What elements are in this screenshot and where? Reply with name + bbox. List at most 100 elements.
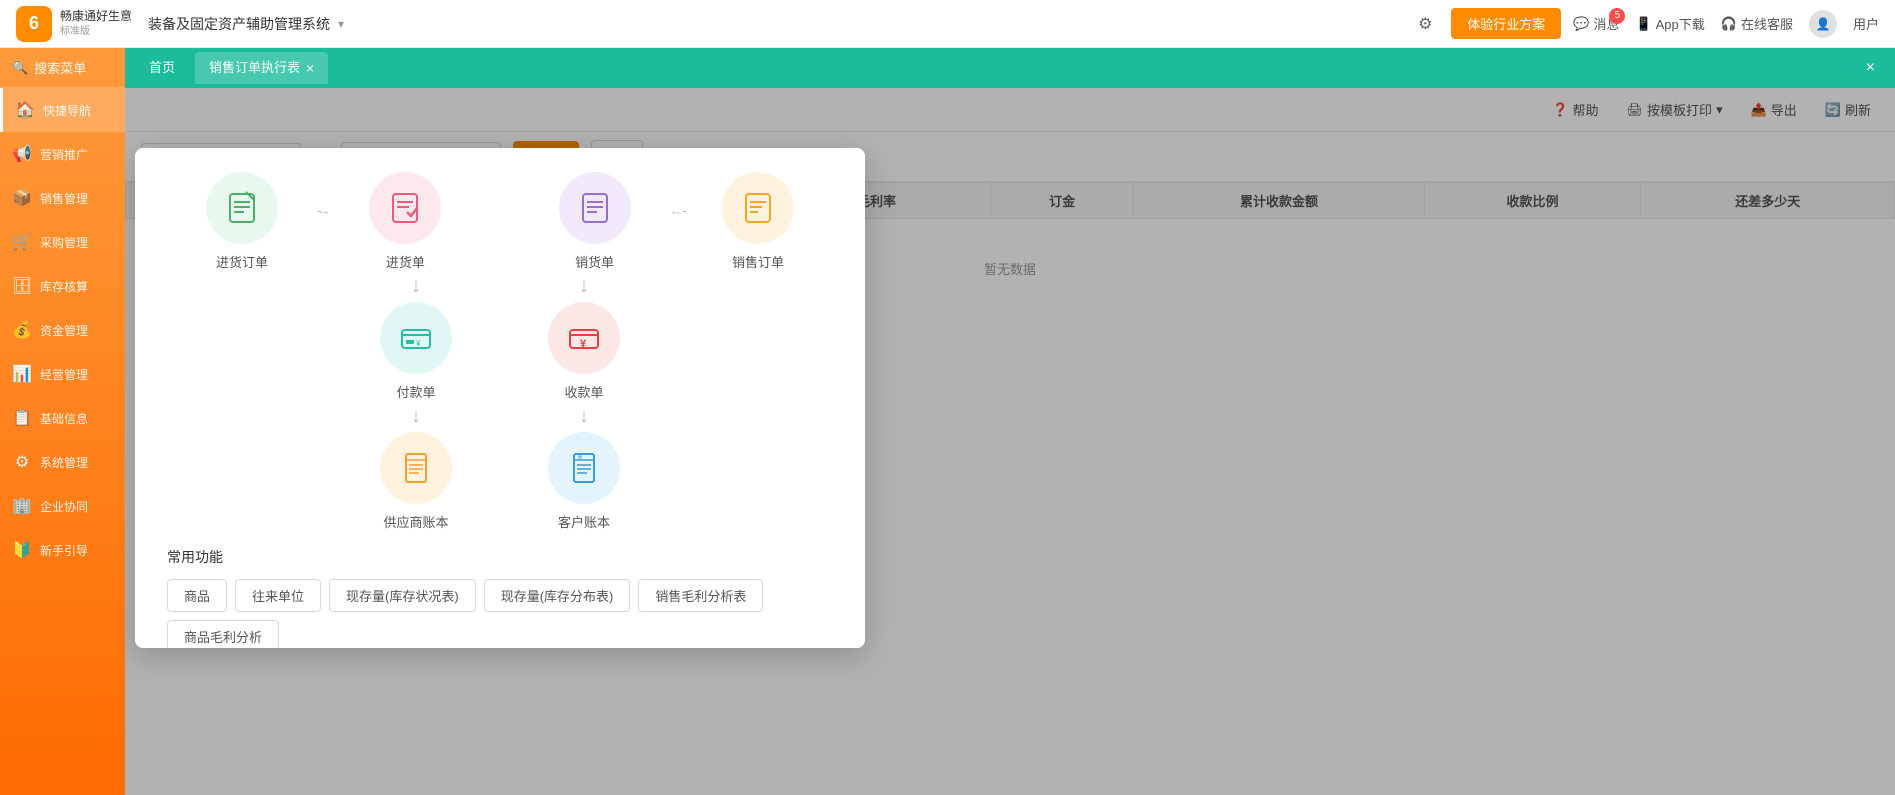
flow-sales-order[interactable]: 销售订单 — [683, 172, 833, 271]
purchase-order-label: 进货订单 — [216, 252, 268, 271]
flow-payment[interactable]: ¥ 付款单 — [341, 302, 491, 401]
sidebar-item-marketing[interactable]: 📢 营销推广 — [0, 132, 125, 176]
search-menu[interactable]: 🔍 搜索菜单 — [0, 48, 125, 88]
window-close-button[interactable]: × — [1866, 59, 1887, 77]
sidebar-label-purchase: 采购管理 — [40, 234, 88, 251]
app-container: 6 畅康通好生意 标准版 装备及固定资产辅助管理系统 ▾ ⚙ 体验行业方案 💬 … — [0, 0, 1895, 795]
sidebar-item-inventory[interactable]: 🗄 库存核算 — [0, 264, 125, 308]
sales-order-icon — [722, 172, 794, 244]
system-icon: ⚙ — [12, 452, 32, 472]
tab-sales-order[interactable]: 销售订单执行表 × — [195, 52, 328, 84]
quick-icon: 🏠 — [15, 100, 35, 120]
purchase-bill-label: 进货单 — [386, 252, 425, 271]
flow-purchase-order[interactable]: 进货订单 — [167, 172, 317, 271]
finance-icon: 💰 — [12, 320, 32, 340]
main-layout: 🔍 搜索菜单 🏠 快捷导航 📢 营销推广 📦 销售管理 🛒 采购管理 🗄 — [0, 48, 1895, 795]
settings-button[interactable]: ⚙ — [1411, 10, 1439, 38]
search-icon: 🔍 — [12, 60, 28, 76]
system-name: 装备及固定资产辅助管理系统 — [148, 14, 330, 34]
sidebar-item-guide[interactable]: 🔰 新手引导 — [0, 528, 125, 572]
sidebar-label-system: 系统管理 — [40, 454, 88, 471]
purchase-icon: 🛒 — [12, 232, 32, 252]
common-functions: 常用功能 商品 往来单位 现存量(库存状况表) 现存量(库存分布表) 销售毛利分… — [167, 547, 833, 648]
brand-version: 标准版 — [60, 25, 132, 38]
search-menu-label: 搜索菜单 — [34, 58, 86, 77]
flow-collection[interactable]: ¥ 收款单 — [509, 302, 659, 401]
arrow-2: ← - - - — [670, 203, 683, 240]
sales-bill-label: 销货单 — [575, 252, 614, 271]
content-area: 首页 销售订单执行表 × × ❓ 帮助 🖨 按模板打印 — [125, 48, 1895, 795]
enterprise-icon: 🏢 — [12, 496, 32, 516]
modal-overlay[interactable]: 进货订单 - - - → — [125, 88, 1895, 795]
payment-icon: ¥ — [380, 302, 452, 374]
customer-ledger-label: 客户账本 — [558, 512, 610, 531]
sidebar-label-operations: 经营管理 — [40, 366, 88, 383]
payment-label: 付款单 — [396, 382, 435, 401]
app-download-button[interactable]: 📱 App下载 — [1635, 14, 1704, 33]
sidebar-label-marketing: 营销推广 — [40, 146, 88, 163]
tab-home[interactable]: 首页 — [133, 52, 191, 84]
purchase-order-icon — [206, 172, 278, 244]
message-button[interactable]: 💬 消息 5 — [1573, 14, 1619, 33]
sidebar-item-purchase[interactable]: 🛒 采购管理 — [0, 220, 125, 264]
online-service-label: 在线客服 — [1741, 14, 1793, 33]
flow-customer-ledger[interactable]: 客户账本 — [509, 432, 659, 531]
flow-sales-bill[interactable]: 销货单 — [520, 172, 670, 271]
flow-row-1: 进货订单 - - - → — [167, 172, 833, 271]
trial-button[interactable]: 体验行业方案 — [1451, 8, 1561, 39]
func-btn-inventory-status[interactable]: 现存量(库存状况表) — [329, 579, 476, 612]
flow-arrows-row: . ↓ ↓ . — [167, 275, 833, 298]
arrow-1: - - - → — [317, 203, 330, 240]
func-btn-product-margin[interactable]: 商品毛利分析 — [167, 620, 279, 648]
sidebar-label-guide: 新手引导 — [40, 542, 88, 559]
app-download-label: App下载 — [1656, 14, 1705, 33]
flow-supplier-ledger[interactable]: 供应商账本 — [341, 432, 491, 531]
sidebar-item-enterprise[interactable]: 🏢 企业协同 — [0, 484, 125, 528]
basic-icon: 📋 — [12, 408, 32, 428]
tab-active-label: 销售订单执行表 — [209, 52, 300, 84]
logo-area: 6 畅康通好生意 标准版 — [16, 6, 136, 42]
collection-label: 收款单 — [564, 382, 603, 401]
svg-text:¥: ¥ — [415, 339, 421, 348]
modal-box: 进货订单 - - - → — [135, 148, 865, 648]
sidebar-label-sales: 销售管理 — [40, 190, 88, 207]
sidebar-item-system[interactable]: ⚙ 系统管理 — [0, 440, 125, 484]
online-service-button[interactable]: 🎧 在线客服 — [1721, 14, 1793, 33]
customer-ledger-icon — [548, 432, 620, 504]
guide-icon: 🔰 — [12, 540, 32, 560]
tab-close-button[interactable]: × — [306, 52, 314, 84]
sidebar-label-enterprise: 企业协同 — [40, 498, 88, 515]
sidebar: 🔍 搜索菜单 🏠 快捷导航 📢 营销推广 📦 销售管理 🛒 采购管理 🗄 — [0, 48, 125, 795]
func-btn-sales-margin[interactable]: 销售毛利分析表 — [638, 579, 763, 612]
top-bar: 6 畅康通好生意 标准版 装备及固定资产辅助管理系统 ▾ ⚙ 体验行业方案 💬 … — [0, 0, 1895, 48]
flow-row-2: ¥ 付款单 ¥ 收款单 — [167, 302, 833, 401]
sidebar-label-inventory: 库存核算 — [40, 278, 88, 295]
marketing-icon: 📢 — [12, 144, 32, 164]
system-title: 装备及固定资产辅助管理系统 ▾ — [148, 14, 1399, 34]
sidebar-item-quick[interactable]: 🏠 快捷导航 — [0, 88, 125, 132]
dropdown-arrow-icon[interactable]: ▾ — [338, 17, 344, 31]
sidebar-item-operations[interactable]: 📊 经营管理 — [0, 352, 125, 396]
supplier-ledger-icon — [380, 432, 452, 504]
common-functions-title: 常用功能 — [167, 547, 833, 567]
sidebar-item-sales[interactable]: 📦 销售管理 — [0, 176, 125, 220]
tab-bar: 首页 销售订单执行表 × × — [125, 48, 1895, 88]
user-avatar[interactable]: 👤 — [1809, 10, 1837, 38]
operations-icon: 📊 — [12, 364, 32, 384]
inventory-icon: 🗄 — [12, 276, 32, 296]
quick-buttons-row-1: 商品 往来单位 现存量(库存状况表) 现存量(库存分布表) 销售毛利分析表 商品… — [167, 579, 833, 648]
func-btn-product[interactable]: 商品 — [167, 579, 227, 612]
func-btn-inventory-distribution[interactable]: 现存量(库存分布表) — [484, 579, 631, 612]
flow-purchase-bill[interactable]: 进货单 — [330, 172, 480, 271]
sidebar-label-finance: 资金管理 — [40, 322, 88, 339]
sales-bill-icon — [559, 172, 631, 244]
page-content: ❓ 帮助 🖨 按模板打印 ▾ 📤 导出 🔄 刷新 — [125, 88, 1895, 795]
svg-text:¥: ¥ — [580, 338, 587, 350]
sidebar-item-basic[interactable]: 📋 基础信息 — [0, 396, 125, 440]
func-btn-partner[interactable]: 往来单位 — [235, 579, 321, 612]
sidebar-item-finance[interactable]: 💰 资金管理 — [0, 308, 125, 352]
sales-order-label: 销售订单 — [732, 252, 784, 271]
user-name[interactable]: 用户 — [1853, 14, 1879, 33]
top-right-actions: 💬 消息 5 📱 App下载 🎧 在线客服 👤 用户 — [1573, 10, 1879, 38]
logo-icon: 6 — [16, 6, 52, 42]
